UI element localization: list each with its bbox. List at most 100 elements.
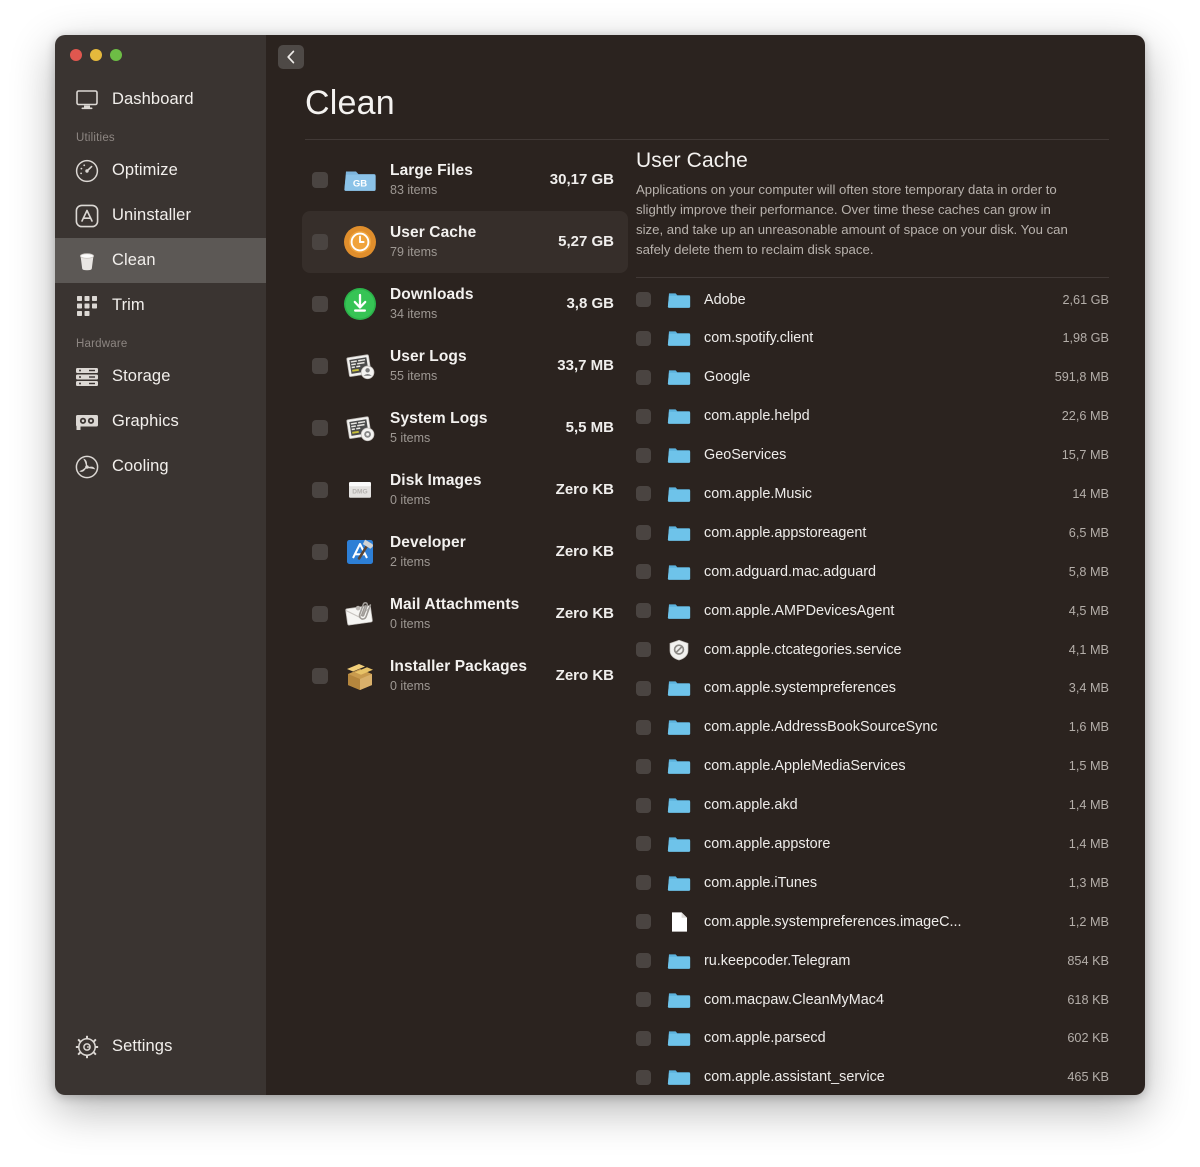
- category-items: 0 items: [390, 617, 431, 632]
- category-size: 33,7 MB: [557, 357, 614, 375]
- checkbox[interactable]: [312, 171, 328, 188]
- file-row[interactable]: com.apple.AMPDevicesAgent 4,5 MB: [636, 591, 1109, 630]
- drive-stack-icon: [75, 365, 99, 389]
- file-row[interactable]: com.apple.appstore 1,4 MB: [636, 825, 1109, 864]
- category-row-developer[interactable]: Developer 2 items Zero KB: [302, 521, 628, 583]
- sidebar-item-trim[interactable]: Trim: [55, 283, 266, 328]
- sidebar-item-dashboard[interactable]: Dashboard: [55, 77, 266, 122]
- checkbox[interactable]: [636, 953, 651, 969]
- file-row[interactable]: com.apple.systempreferences.imageC... 1,2…: [636, 902, 1109, 941]
- file-row[interactable]: com.apple.helpd 22,6 MB: [636, 397, 1109, 436]
- checkbox[interactable]: [636, 486, 651, 502]
- category-items: 79 items: [390, 245, 438, 260]
- folder-icon: [667, 1026, 691, 1050]
- category-row-installer-packages[interactable]: Installer Packages 0 items Zero KB: [302, 645, 628, 707]
- checkbox[interactable]: [636, 292, 651, 308]
- checkbox[interactable]: [636, 603, 651, 619]
- folder-icon: [667, 326, 691, 350]
- checkbox[interactable]: [636, 992, 651, 1008]
- file-row[interactable]: Google 591,8 MB: [636, 358, 1109, 397]
- trash-bin-icon: [75, 249, 99, 273]
- category-row-user-cache[interactable]: User Cache 79 items 5,27 GB: [302, 210, 628, 273]
- sidebar-item-optimize[interactable]: Optimize: [55, 148, 266, 193]
- checkbox[interactable]: [312, 419, 328, 436]
- checkbox[interactable]: [636, 642, 651, 658]
- file-row[interactable]: com.apple.iTunes 1,3 MB: [636, 863, 1109, 902]
- checkbox[interactable]: [312, 605, 328, 622]
- file-row[interactable]: com.apple.systempreferences 3,4 MB: [636, 669, 1109, 708]
- file-row[interactable]: Adobe 2,61 GB: [636, 280, 1109, 319]
- checkbox[interactable]: [312, 233, 328, 250]
- sidebar-item-clean[interactable]: Clean: [55, 238, 266, 283]
- category-row-system-logs[interactable]: System Logs 5 items 5,5 MB: [302, 397, 628, 459]
- file-row[interactable]: com.apple.akd 1,4 MB: [636, 786, 1109, 825]
- minimize-button[interactable]: [90, 49, 102, 61]
- file-name: com.apple.AppleMediaServices: [704, 758, 906, 775]
- file-row[interactable]: com.apple.assistant_service 465 KB: [636, 1058, 1109, 1095]
- detail-divider: [636, 277, 1109, 279]
- folder-icon: [667, 365, 691, 389]
- category-row-large-files[interactable]: GB Large Files 83 items 30,17 GB: [302, 149, 628, 211]
- system-log-icon: [342, 410, 378, 446]
- category-name: Installer Packages: [390, 658, 528, 676]
- file-row[interactable]: com.adguard.mac.adguard 5,8 MB: [636, 552, 1109, 591]
- category-row-user-logs[interactable]: User Logs 55 items 33,7 MB: [302, 335, 628, 397]
- checkbox[interactable]: [636, 797, 651, 813]
- category-list: GB Large Files 83 items 30,17 GB User Ca…: [266, 149, 636, 1095]
- sidebar-item-cooling[interactable]: Cooling: [55, 444, 266, 489]
- category-name: Downloads: [390, 286, 474, 304]
- category-row-mail-attachments[interactable]: Mail Attachments 0 items Zero KB: [302, 583, 628, 645]
- sidebar-item-settings[interactable]: Settings: [55, 1024, 266, 1069]
- category-text: Developer 2 items: [390, 534, 556, 569]
- file-row[interactable]: com.apple.AppleMediaServices 1,5 MB: [636, 747, 1109, 786]
- checkbox[interactable]: [636, 564, 651, 580]
- download-circle-icon: [342, 286, 378, 322]
- file-row[interactable]: com.apple.parsecd 602 KB: [636, 1019, 1109, 1058]
- sidebar-item-storage[interactable]: Storage: [55, 354, 266, 399]
- checkbox[interactable]: [636, 680, 651, 696]
- file-name: com.apple.AddressBookSourceSync: [704, 719, 938, 736]
- checkbox[interactable]: [312, 357, 328, 374]
- folder-icon: [667, 521, 691, 545]
- checkbox[interactable]: [636, 719, 651, 735]
- checkbox[interactable]: [636, 836, 651, 852]
- checkbox[interactable]: [636, 408, 651, 424]
- screenshot-root: Dashboard Utilities Optimize Uninstaller…: [0, 0, 1200, 1167]
- checkbox[interactable]: [636, 369, 651, 385]
- file-row[interactable]: com.apple.Music 14 MB: [636, 475, 1109, 514]
- shield-block-icon: [667, 638, 691, 662]
- file-size: 4,1 MB: [1068, 642, 1109, 657]
- file-row[interactable]: com.spotify.client 1,98 GB: [636, 319, 1109, 358]
- category-text: Large Files 83 items: [390, 162, 550, 197]
- category-size: Zero KB: [555, 605, 614, 623]
- file-row[interactable]: com.macpaw.CleanMyMac4 618 KB: [636, 980, 1109, 1019]
- checkbox[interactable]: [636, 758, 651, 774]
- checkbox[interactable]: [312, 295, 328, 312]
- checkbox[interactable]: [312, 481, 328, 498]
- back-button[interactable]: [278, 45, 304, 69]
- checkbox[interactable]: [636, 1069, 651, 1085]
- file-row[interactable]: com.apple.appstoreagent 6,5 MB: [636, 513, 1109, 552]
- maximize-button[interactable]: [110, 49, 122, 61]
- checkbox[interactable]: [636, 447, 651, 463]
- category-row-disk-images[interactable]: DMG Disk Images 0 items Zero KB: [302, 459, 628, 521]
- checkbox[interactable]: [636, 914, 651, 930]
- dmg-icon: DMG: [342, 472, 378, 508]
- gpu-card-icon: [75, 410, 99, 434]
- file-row[interactable]: com.apple.AddressBookSourceSync 1,6 MB: [636, 708, 1109, 747]
- file-row[interactable]: GeoServices 15,7 MB: [636, 436, 1109, 475]
- file-row[interactable]: com.apple.ctcategories.service 4,1 MB: [636, 630, 1109, 669]
- checkbox[interactable]: [312, 543, 328, 560]
- checkbox[interactable]: [636, 1030, 651, 1046]
- checkbox[interactable]: [636, 525, 651, 541]
- file-row[interactable]: ru.keepcoder.Telegram 854 KB: [636, 941, 1109, 980]
- checkbox[interactable]: [636, 330, 651, 346]
- mail-attachment-icon: [342, 596, 378, 632]
- sidebar-item-uninstaller[interactable]: Uninstaller: [55, 193, 266, 238]
- close-button[interactable]: [70, 49, 82, 61]
- checkbox[interactable]: [636, 875, 651, 891]
- sidebar-item-graphics[interactable]: Graphics: [55, 399, 266, 444]
- category-row-downloads[interactable]: Downloads 34 items 3,8 GB: [302, 273, 628, 335]
- checkbox[interactable]: [312, 667, 328, 684]
